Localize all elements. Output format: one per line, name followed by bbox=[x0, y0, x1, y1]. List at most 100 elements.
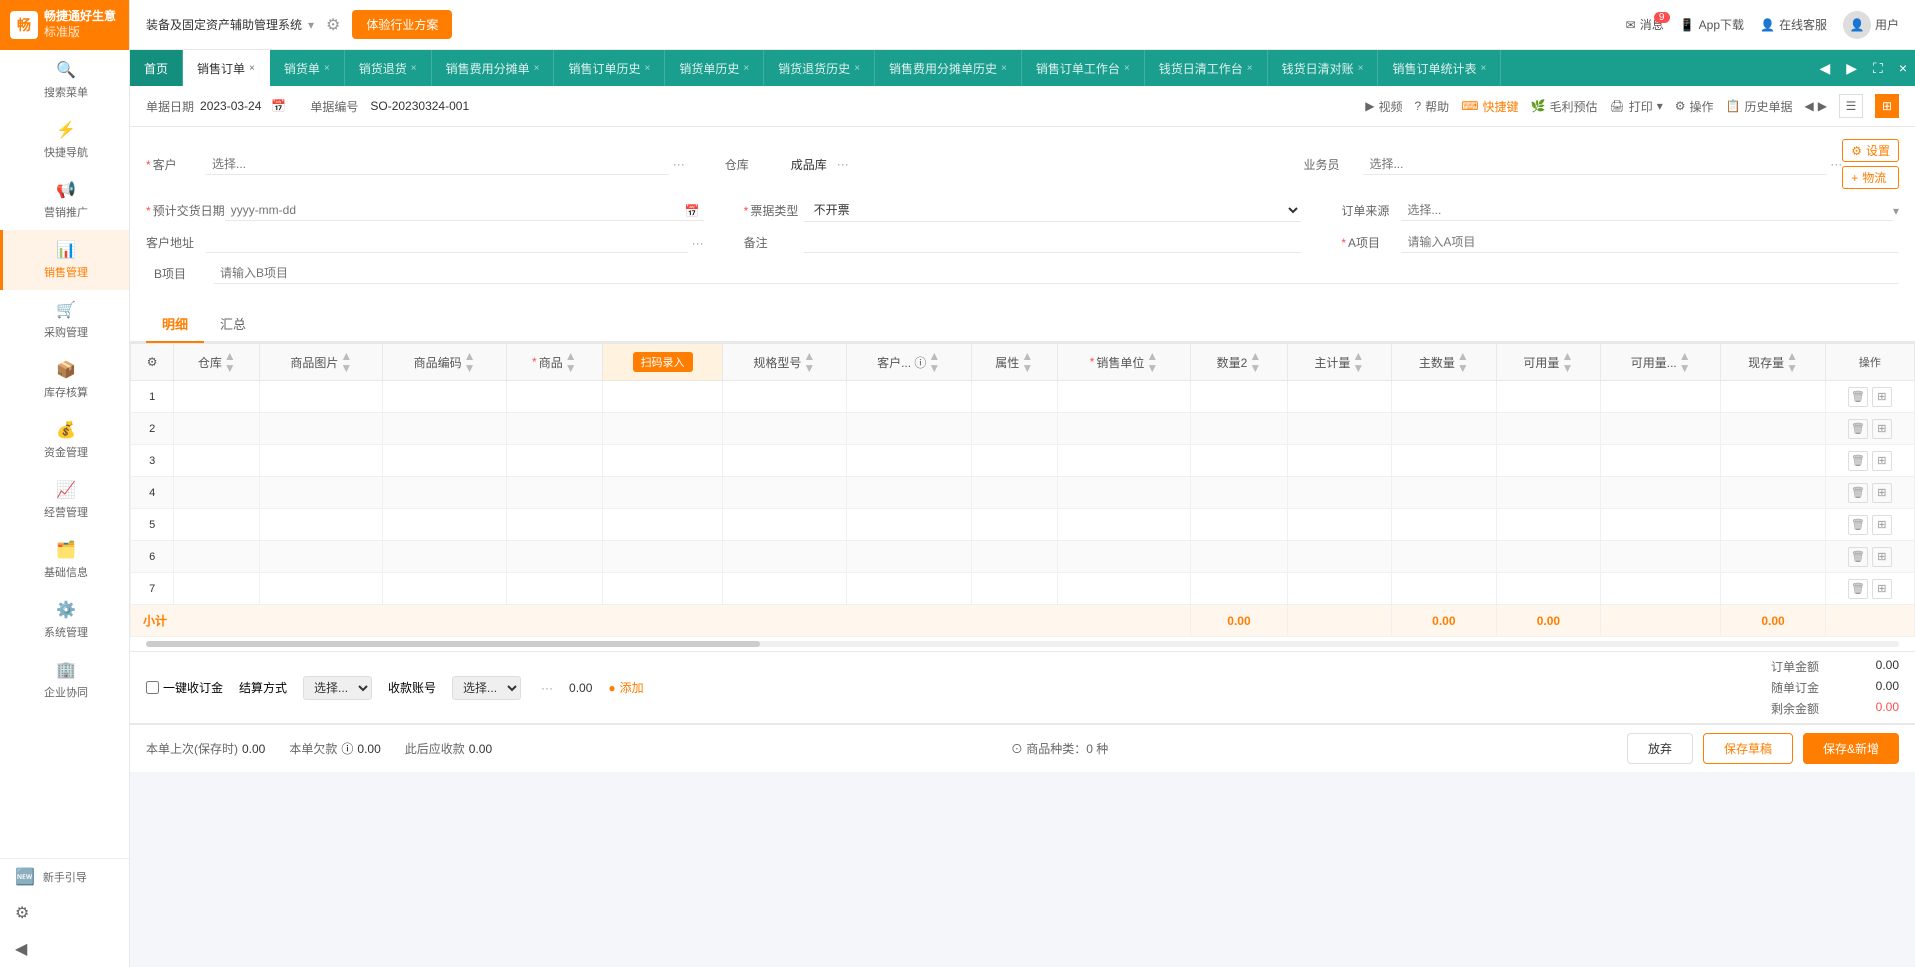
tab-close-icon[interactable]: × bbox=[1891, 60, 1915, 76]
cell-product[interactable] bbox=[506, 509, 602, 541]
cell-sales-unit[interactable] bbox=[1057, 477, 1191, 509]
cell-qty2[interactable] bbox=[1191, 477, 1287, 509]
cell-main-qty[interactable] bbox=[1392, 445, 1497, 477]
close-icon[interactable]: × bbox=[854, 63, 860, 74]
cell-qty2[interactable] bbox=[1191, 381, 1287, 413]
cell-product-code[interactable] bbox=[383, 541, 506, 573]
cell-main-qty[interactable] bbox=[1392, 381, 1497, 413]
col-product-img[interactable]: 商品图片▲▼ bbox=[260, 344, 383, 381]
close-icon[interactable]: × bbox=[1001, 63, 1007, 74]
horizontal-scrollbar[interactable] bbox=[146, 641, 1899, 647]
tab-sales-fee-split[interactable]: 销售费用分摊单 × bbox=[432, 50, 555, 86]
cell-stock[interactable] bbox=[1721, 509, 1826, 541]
cell-customer-code[interactable] bbox=[846, 477, 971, 509]
close-icon[interactable]: × bbox=[644, 63, 650, 74]
cell-warehouse[interactable] bbox=[174, 381, 260, 413]
cell-spec[interactable] bbox=[723, 477, 846, 509]
cell-product-code[interactable] bbox=[383, 381, 506, 413]
tab-sales-return[interactable]: 销货退货 × bbox=[345, 50, 432, 86]
delete-icon[interactable]: 🗑 bbox=[1848, 451, 1868, 471]
cell-attribute[interactable] bbox=[971, 541, 1057, 573]
address-input[interactable] bbox=[206, 232, 688, 253]
sidebar-item-quicknav[interactable]: ⚡ 快捷导航 bbox=[0, 110, 129, 170]
customer-dots-icon[interactable]: ··· bbox=[673, 157, 685, 171]
salesman-input[interactable] bbox=[1363, 154, 1826, 175]
col-spec[interactable]: 规格型号▲▼ bbox=[723, 344, 846, 381]
tab-sales-order-history[interactable]: 销售订单历史 × bbox=[554, 50, 665, 86]
cell-main-unit[interactable] bbox=[1287, 381, 1392, 413]
cell-product-code[interactable] bbox=[383, 477, 506, 509]
tab-daily-workbench[interactable]: 钱货日清工作台 × bbox=[1145, 50, 1268, 86]
delete-icon[interactable]: 🗑 bbox=[1848, 579, 1868, 599]
copy-icon[interactable]: ⊞ bbox=[1872, 387, 1892, 407]
cell-qty2[interactable] bbox=[1191, 573, 1287, 605]
close-icon[interactable]: × bbox=[1358, 63, 1364, 74]
cell-product-code[interactable] bbox=[383, 509, 506, 541]
delete-icon[interactable]: 🗑 bbox=[1848, 387, 1868, 407]
cell-customer-code[interactable] bbox=[846, 509, 971, 541]
cell-customer-code[interactable] bbox=[846, 381, 971, 413]
cell-avail-qty[interactable] bbox=[1496, 445, 1601, 477]
cell-stock[interactable] bbox=[1721, 477, 1826, 509]
scan-button[interactable]: 扫码录入 bbox=[633, 352, 693, 372]
sidebar-item-purchase[interactable]: 🛒 采购管理 bbox=[0, 290, 129, 350]
col-stock[interactable]: 现存量▲▼ bbox=[1721, 344, 1826, 381]
cell-stock[interactable] bbox=[1721, 413, 1826, 445]
operate-button[interactable]: ⚙ 操作 bbox=[1675, 98, 1714, 115]
sidebar-item-settings[interactable]: ⚙ bbox=[0, 895, 129, 931]
cell-attribute[interactable] bbox=[971, 381, 1057, 413]
list-view-button[interactable]: ☰ bbox=[1839, 94, 1863, 118]
cell-spec[interactable] bbox=[723, 445, 846, 477]
sidebar-item-sales[interactable]: 📊 销售管理 bbox=[0, 230, 129, 290]
account-dots-icon[interactable]: ··· bbox=[541, 681, 553, 695]
cell-sales-unit[interactable] bbox=[1057, 381, 1191, 413]
delete-icon[interactable]: 🗑 bbox=[1848, 483, 1868, 503]
cell-avail-qty[interactable] bbox=[1496, 413, 1601, 445]
close-icon[interactable]: × bbox=[1247, 63, 1253, 74]
sidebar-item-marketing[interactable]: 📢 营销推广 bbox=[0, 170, 129, 230]
cell-warehouse[interactable] bbox=[174, 445, 260, 477]
calendar-icon[interactable]: 📅 bbox=[685, 204, 700, 218]
close-icon[interactable]: × bbox=[411, 63, 417, 74]
sidebar-item-system[interactable]: ⚙️ 系统管理 bbox=[0, 590, 129, 650]
cell-stock[interactable] bbox=[1721, 381, 1826, 413]
cell-product-code[interactable] bbox=[383, 445, 506, 477]
col-product-code[interactable]: 商品编码▲▼ bbox=[383, 344, 506, 381]
col-main-unit[interactable]: 主计量▲▼ bbox=[1287, 344, 1392, 381]
tab-sales-goods[interactable]: 销货单 × bbox=[270, 50, 345, 86]
online-service-button[interactable]: 👤 在线客服 bbox=[1760, 16, 1827, 33]
order-source-input[interactable] bbox=[1401, 200, 1893, 221]
b-project-input[interactable] bbox=[214, 263, 1899, 284]
cell-main-unit[interactable] bbox=[1287, 445, 1392, 477]
chevron-down-icon[interactable]: ▾ bbox=[1893, 204, 1899, 218]
cell-avail-qty2[interactable] bbox=[1601, 509, 1721, 541]
prev-icon[interactable]: ◀ bbox=[1805, 99, 1814, 113]
cell-main-unit[interactable] bbox=[1287, 573, 1392, 605]
cell-main-qty[interactable] bbox=[1392, 541, 1497, 573]
cell-customer-code[interactable] bbox=[846, 541, 971, 573]
cell-main-unit[interactable] bbox=[1287, 541, 1392, 573]
tab-home[interactable]: 首页 bbox=[130, 50, 183, 86]
cell-avail-qty2[interactable] bbox=[1601, 381, 1721, 413]
gear-icon[interactable]: ⚙ bbox=[326, 15, 340, 35]
close-icon[interactable]: × bbox=[1480, 63, 1486, 74]
cell-product-code[interactable] bbox=[383, 573, 506, 605]
cell-avail-qty[interactable] bbox=[1496, 509, 1601, 541]
shortcut-button[interactable]: ⌨ 快捷键 bbox=[1461, 98, 1518, 115]
sidebar-item-collapse[interactable]: ◀ bbox=[0, 931, 129, 967]
a-project-input[interactable] bbox=[1401, 232, 1899, 253]
history-button[interactable]: 📋 历史单据 bbox=[1726, 98, 1793, 115]
close-icon[interactable]: × bbox=[534, 63, 540, 74]
cell-product[interactable] bbox=[506, 541, 602, 573]
help-button[interactable]: ? 帮助 bbox=[1414, 98, 1449, 115]
cell-spec[interactable] bbox=[723, 541, 846, 573]
cell-warehouse[interactable] bbox=[174, 541, 260, 573]
cell-warehouse[interactable] bbox=[174, 477, 260, 509]
cell-stock[interactable] bbox=[1721, 573, 1826, 605]
sidebar-item-operations[interactable]: 📈 经营管理 bbox=[0, 470, 129, 530]
cell-attribute[interactable] bbox=[971, 509, 1057, 541]
cell-attribute[interactable] bbox=[971, 413, 1057, 445]
tab-detail[interactable]: 明细 bbox=[146, 306, 204, 343]
cell-avail-qty2[interactable] bbox=[1601, 445, 1721, 477]
tab-sales-workbench[interactable]: 销售订单工作台 × bbox=[1022, 50, 1145, 86]
